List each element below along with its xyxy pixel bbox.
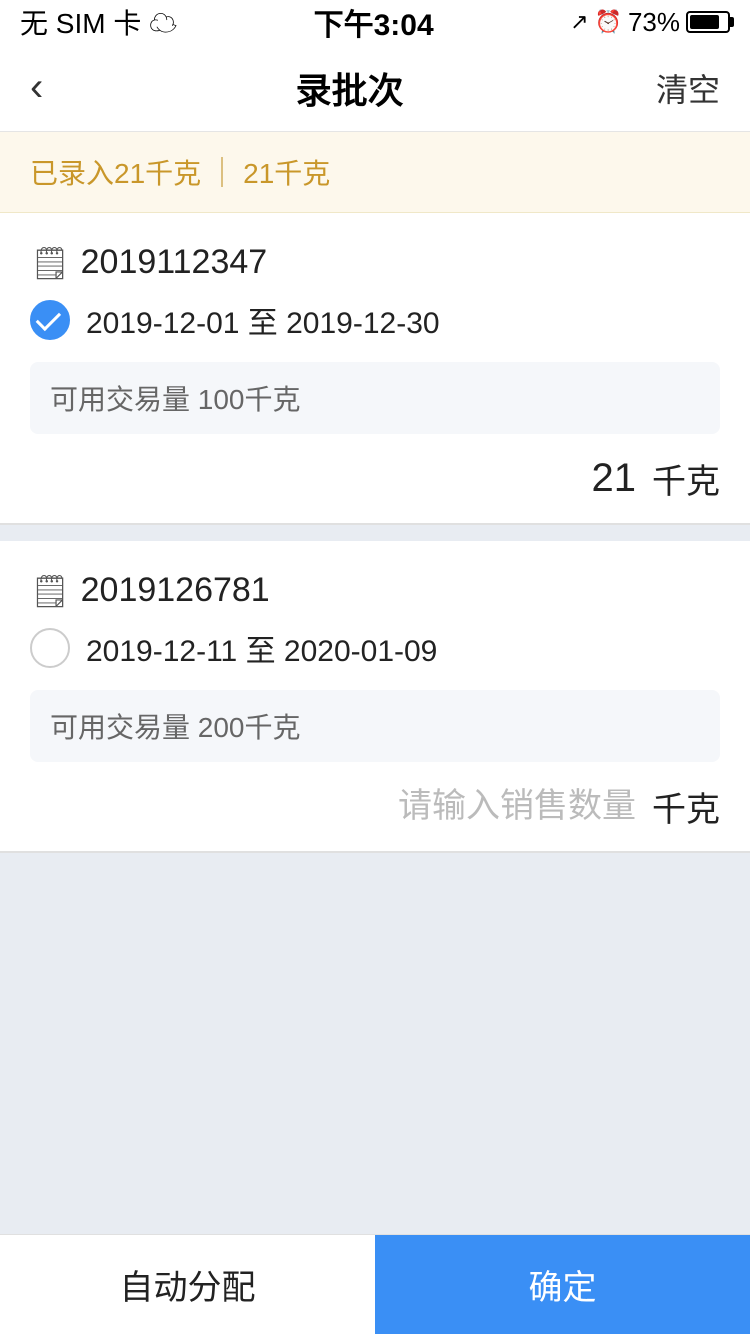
- batch-item-1: 🗒 2019112347 2019-12-01 至 2019-12-30 可用交…: [0, 213, 750, 434]
- info-banner: 已录入21千克 21千克: [0, 132, 750, 213]
- info-banner-divider: [221, 157, 223, 187]
- batch-id-2: 2019126781: [81, 571, 270, 610]
- clear-button[interactable]: 清空: [656, 65, 720, 111]
- quantity-unit-2: 千克: [652, 782, 720, 831]
- status-right: ↗ ⏰ 73%: [570, 7, 730, 38]
- quantity-unit-1: 千克: [652, 454, 720, 503]
- quantity-value-1: 21: [592, 456, 637, 501]
- radio-1[interactable]: [30, 300, 70, 340]
- batch-date-2: 2019-12-11 至 2020-01-09: [86, 626, 437, 670]
- batch-id-1: 2019112347: [81, 243, 268, 282]
- battery-percent: 73%: [628, 7, 680, 38]
- batch-icon-2: 🗒: [30, 572, 71, 610]
- quantity-row-1: 21 千克: [0, 434, 750, 525]
- status-left: 无 SIM 卡 ☁: [20, 2, 177, 42]
- location-icon: ↗: [570, 9, 588, 35]
- nav-bar: ‹ 录批次 清空: [0, 44, 750, 132]
- confirm-button[interactable]: 确定: [375, 1235, 750, 1334]
- amount-label: 21千克: [243, 152, 330, 192]
- batch-id-row-1: 🗒 2019112347: [30, 243, 720, 282]
- back-button[interactable]: ‹: [30, 65, 43, 110]
- radio-2[interactable]: [30, 628, 70, 668]
- batch-date-row-2[interactable]: 2019-12-11 至 2020-01-09: [30, 626, 720, 670]
- quantity-input-2[interactable]: [336, 787, 636, 826]
- input-row-2[interactable]: 千克: [0, 762, 750, 853]
- bottom-bar: 自动分配 确定: [0, 1234, 750, 1334]
- auto-distribute-button[interactable]: 自动分配: [0, 1235, 375, 1334]
- status-bar: 无 SIM 卡 ☁ 下午3:04 ↗ ⏰ 73%: [0, 0, 750, 44]
- batch-date-row-1[interactable]: 2019-12-01 至 2019-12-30: [30, 298, 720, 342]
- battery-icon: [686, 11, 730, 33]
- batch-item-2: 🗒 2019126781 2019-12-11 至 2020-01-09 可用交…: [0, 541, 750, 762]
- recorded-amount-label: 已录入21千克: [30, 152, 201, 192]
- page-title: 录批次: [296, 62, 404, 114]
- batch-available-2: 可用交易量 200千克: [30, 690, 720, 762]
- batch-icon-1: 🗒: [30, 244, 71, 282]
- section-divider: [0, 525, 750, 541]
- status-time: 下午3:04: [314, 0, 434, 44]
- sim-label: 无 SIM 卡 ☁: [20, 2, 177, 42]
- batch-id-row-2: 🗒 2019126781: [30, 571, 720, 610]
- empty-area: [0, 853, 750, 1283]
- alarm-icon: ⏰: [595, 9, 622, 35]
- batch-available-1: 可用交易量 100千克: [30, 362, 720, 434]
- batch-date-1: 2019-12-01 至 2019-12-30: [86, 298, 440, 342]
